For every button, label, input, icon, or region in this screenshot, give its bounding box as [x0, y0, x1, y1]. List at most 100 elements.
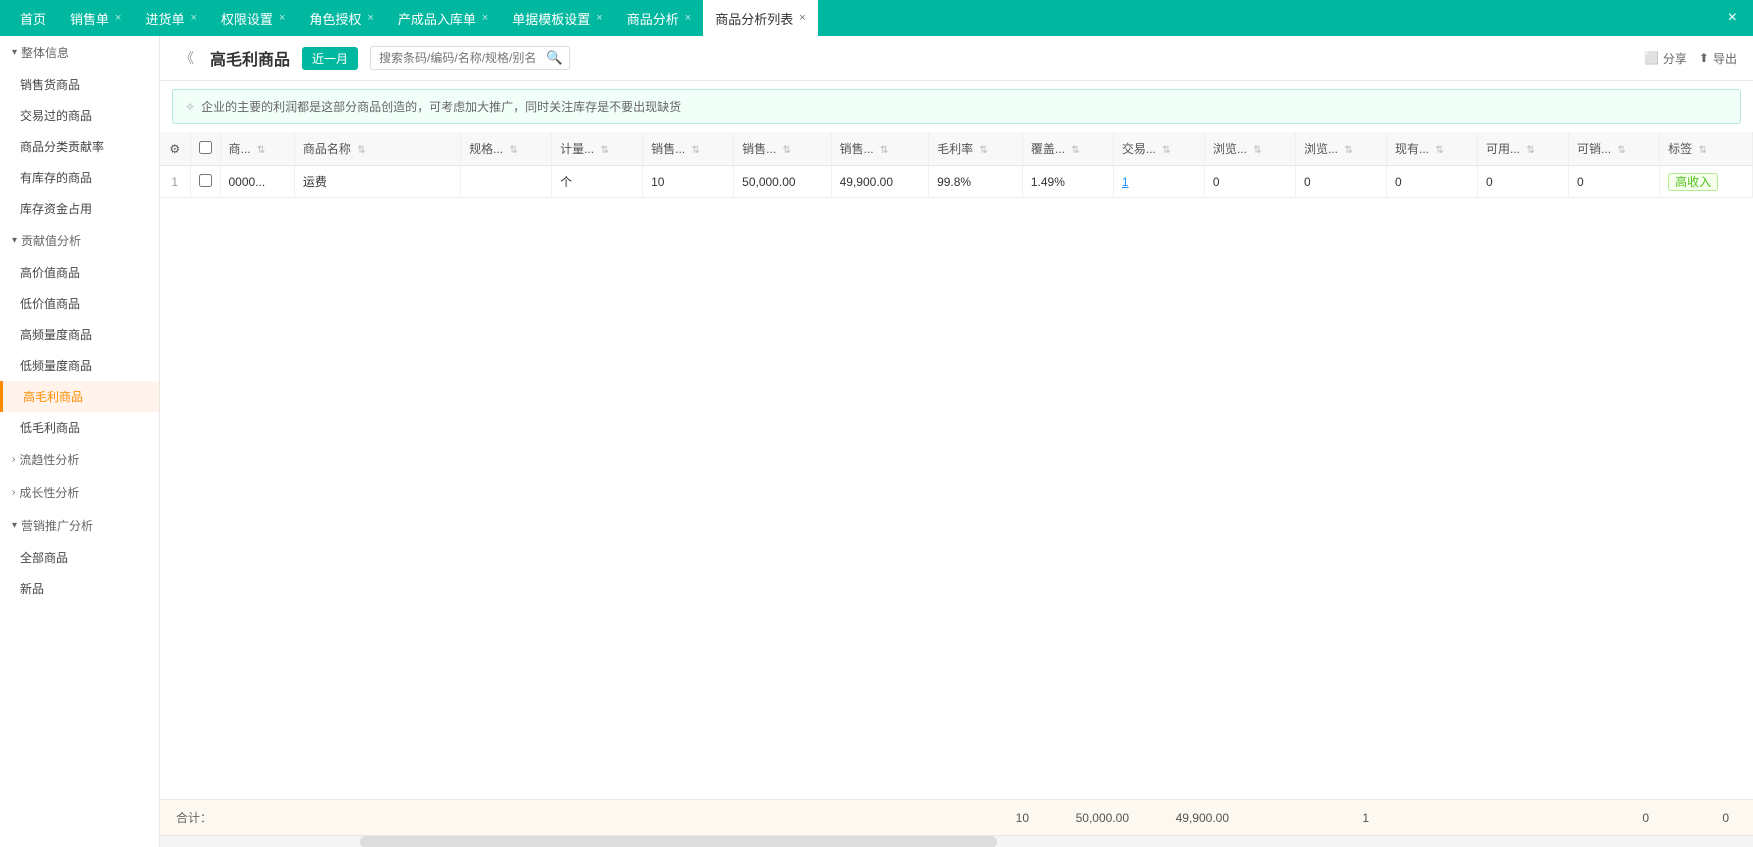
- close-product-analysis[interactable]: ×: [685, 12, 691, 24]
- info-banner: ✧ 企业的主要的利润都是这部分商品创造的，可考虑加大推广，同时关注库存是不要出现…: [172, 89, 1741, 124]
- col-sellable[interactable]: 可销... ⇅: [1569, 132, 1660, 166]
- col-coverage[interactable]: 覆盖... ⇅: [1022, 132, 1113, 166]
- col-spec[interactable]: 规格... ⇅: [461, 132, 552, 166]
- footer-values: 10 50,000.00 49,900.00 1 0 0: [967, 811, 1737, 825]
- export-button[interactable]: ⬆ 导出: [1699, 50, 1737, 67]
- transactions-link[interactable]: 1: [1122, 175, 1129, 189]
- sidebar-item-traded-goods[interactable]: 交易过的商品: [0, 100, 159, 131]
- col-transactions[interactable]: 交易... ⇅: [1113, 132, 1204, 166]
- info-banner-text: 企业的主要的利润都是这部分商品创造的，可考虑加大推广，同时关注库存是不要出现缺货: [201, 98, 681, 115]
- row-num: 1: [160, 166, 190, 198]
- row-available: 0: [1478, 166, 1569, 198]
- share-icon: ⬜: [1644, 51, 1659, 65]
- nav-permission-settings[interactable]: 权限设置 ×: [209, 0, 297, 36]
- collapse-sidebar-button[interactable]: 《: [176, 44, 198, 72]
- col-tag[interactable]: 标签 ⇅: [1660, 132, 1753, 166]
- sidebar-item-low-value-goods[interactable]: 低价值商品: [0, 288, 159, 319]
- col-sales-amount[interactable]: 销售... ⇅: [734, 132, 831, 166]
- sidebar-item-stock-capital[interactable]: 库存资金占用: [0, 193, 159, 224]
- nav-home[interactable]: 首页: [8, 0, 58, 36]
- nav-product-analysis[interactable]: 商品分析 ×: [615, 0, 703, 36]
- close-sales-order[interactable]: ×: [115, 12, 121, 24]
- row-checkbox[interactable]: [190, 166, 220, 198]
- nav-sales-order[interactable]: 销售单 ×: [58, 0, 133, 36]
- sidebar-group-overall-info[interactable]: ▾ 整体信息: [0, 36, 159, 69]
- sidebar-item-goods-contribution[interactable]: 商品分类贡献率: [0, 131, 159, 162]
- header-actions: ⬜ 分享 ⬆ 导出: [1644, 50, 1737, 67]
- col-browse1[interactable]: 浏览... ⇅: [1204, 132, 1295, 166]
- col-margin-rate[interactable]: 毛利率 ⇅: [929, 132, 1023, 166]
- sidebar-item-stocked-goods[interactable]: 有库存的商品: [0, 162, 159, 193]
- col-sales-cost[interactable]: 销售... ⇅: [831, 132, 928, 166]
- col-available[interactable]: 可用... ⇅: [1478, 132, 1569, 166]
- row-select-checkbox[interactable]: [199, 174, 212, 187]
- sort-icon-sales-amount: ⇅: [783, 145, 791, 156]
- search-icon: 🔍: [546, 50, 563, 65]
- col-current[interactable]: 现有... ⇅: [1386, 132, 1477, 166]
- search-input[interactable]: [370, 46, 570, 70]
- close-permission-settings[interactable]: ×: [279, 12, 285, 24]
- search-button[interactable]: 🔍: [546, 50, 563, 66]
- share-button[interactable]: ⬜ 分享: [1644, 50, 1687, 67]
- sidebar-item-low-frequency-goods[interactable]: 低频量度商品: [0, 350, 159, 381]
- row-sales-amount: 50,000.00: [734, 166, 831, 198]
- sidebar-item-high-frequency-goods[interactable]: 高频量度商品: [0, 319, 159, 350]
- footer-sales-cost: 49,900.00: [1137, 811, 1237, 825]
- sort-icon-available: ⇅: [1526, 145, 1534, 156]
- time-filter-button[interactable]: 近一月: [302, 47, 358, 70]
- sidebar-item-high-margin-goods[interactable]: 高毛利商品: [0, 381, 159, 412]
- arrow-icon-5: ▾: [12, 520, 17, 531]
- col-name[interactable]: 商品名称 ⇅: [294, 132, 460, 166]
- footer-sales-qty: 10: [967, 811, 1037, 825]
- data-table: ⚙ 商... ⇅ 商品名称 ⇅: [160, 132, 1753, 198]
- sidebar-group-growth-analysis[interactable]: › 成长性分析: [0, 476, 159, 509]
- content-area: 《 高毛利商品 近一月 🔍 ⬜ 分享 ⬆ 导出: [160, 36, 1753, 847]
- col-browse2[interactable]: 浏览... ⇅: [1295, 132, 1386, 166]
- sidebar-item-high-value-goods[interactable]: 高价值商品: [0, 257, 159, 288]
- sort-icon-sellable: ⇅: [1617, 145, 1625, 156]
- arrow-icon-3: ›: [12, 454, 15, 465]
- nav-product-import[interactable]: 产成品入库单 ×: [386, 0, 500, 36]
- table-header-row: ⚙ 商... ⇅ 商品名称 ⇅: [160, 132, 1753, 166]
- main-layout: ▾ 整体信息 销售货商品 交易过的商品 商品分类贡献率 有库存的商品 库存资金占…: [0, 36, 1753, 847]
- nav-template-settings[interactable]: 单据模板设置 ×: [500, 0, 614, 36]
- overall-info-label: 整体信息: [21, 44, 69, 61]
- close-role-permissions[interactable]: ×: [367, 12, 373, 24]
- col-unit[interactable]: 计量... ⇅: [552, 132, 643, 166]
- page-title: 高毛利商品: [210, 46, 290, 70]
- col-checkbox[interactable]: [190, 132, 220, 166]
- growth-analysis-label: 成长性分析: [19, 484, 79, 501]
- close-template-settings[interactable]: ×: [596, 12, 602, 24]
- trend-analysis-label: 流趋性分析: [19, 451, 79, 468]
- nav-purchase-order[interactable]: 进货单 ×: [133, 0, 208, 36]
- sort-icon-sales-cost: ⇅: [880, 145, 888, 156]
- footer-available: 0: [1577, 811, 1657, 825]
- sidebar-item-all-goods[interactable]: 全部商品: [0, 542, 159, 573]
- horizontal-scrollbar[interactable]: [160, 835, 1753, 847]
- close-product-analysis-list[interactable]: ×: [799, 12, 805, 24]
- settings-icon: ⚙: [169, 142, 180, 156]
- sidebar-item-new-goods[interactable]: 新品: [0, 573, 159, 604]
- marketing-analysis-label: 营销推广分析: [21, 517, 93, 534]
- close-product-import[interactable]: ×: [482, 12, 488, 24]
- row-browse2: 0: [1295, 166, 1386, 198]
- col-settings[interactable]: ⚙: [160, 132, 190, 166]
- select-all-checkbox[interactable]: [199, 141, 212, 154]
- close-all-tabs[interactable]: ×: [1720, 9, 1745, 27]
- col-sales-qty[interactable]: 销售... ⇅: [643, 132, 734, 166]
- sidebar-group-marketing-analysis[interactable]: ▾ 营销推广分析: [0, 509, 159, 542]
- sidebar-group-trend-analysis[interactable]: › 流趋性分析: [0, 443, 159, 476]
- col-code[interactable]: 商... ⇅: [220, 132, 294, 166]
- info-icon: ✧: [185, 100, 195, 114]
- sidebar-item-low-margin-goods[interactable]: 低毛利商品: [0, 412, 159, 443]
- sidebar-group-financial-analysis[interactable]: ▾ 贡献值分析: [0, 224, 159, 257]
- nav-role-permissions[interactable]: 角色授权 ×: [297, 0, 385, 36]
- sidebar-item-sales-goods[interactable]: 销售货商品: [0, 69, 159, 100]
- sidebar: ▾ 整体信息 销售货商品 交易过的商品 商品分类贡献率 有库存的商品 库存资金占…: [0, 36, 160, 847]
- sort-icon-sales-qty: ⇅: [691, 145, 699, 156]
- nav-product-analysis-list[interactable]: 商品分析列表 ×: [703, 0, 817, 36]
- close-purchase-order[interactable]: ×: [190, 12, 196, 24]
- row-name: 运费: [294, 166, 460, 198]
- scrollbar-thumb[interactable]: [360, 836, 997, 847]
- top-navigation: 首页 销售单 × 进货单 × 权限设置 × 角色授权 × 产成品入库单 × 单据…: [0, 0, 1753, 36]
